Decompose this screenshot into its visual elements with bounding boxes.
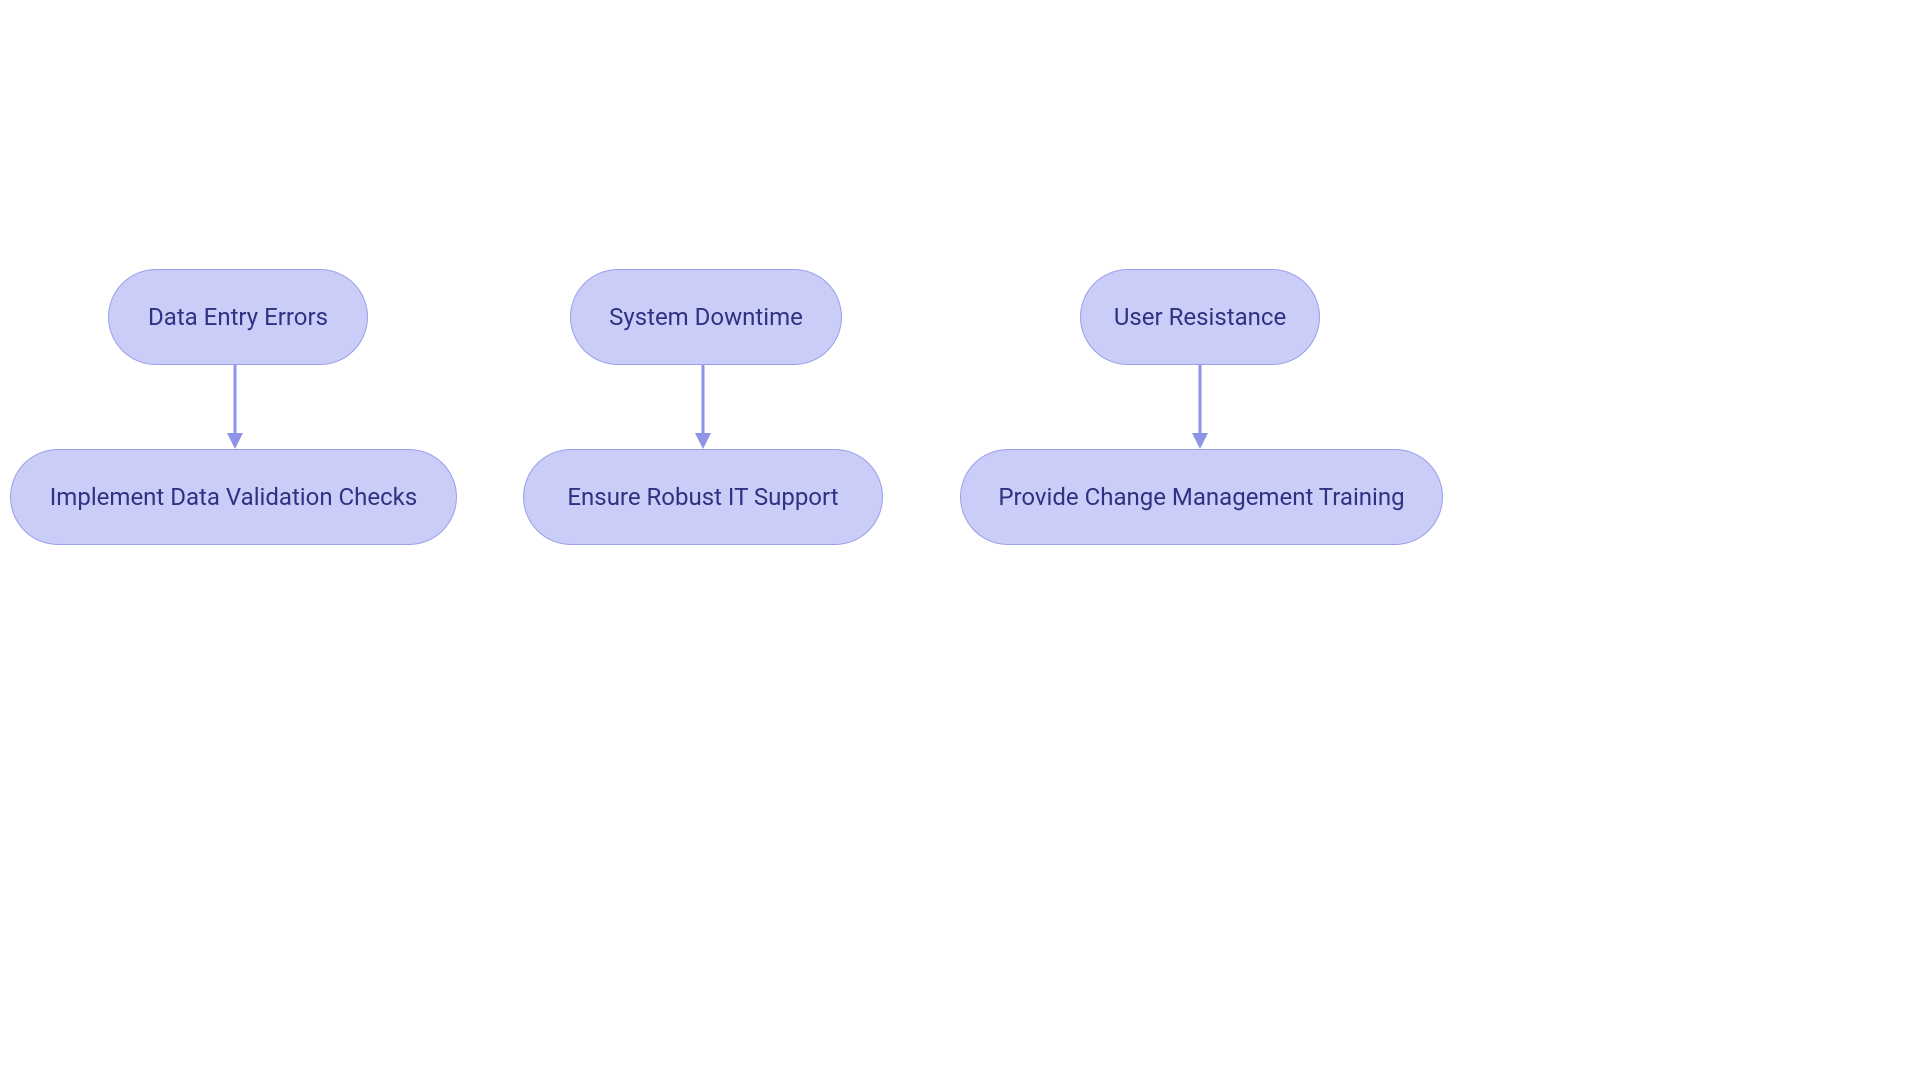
node-implement-data-validation: Implement Data Validation Checks bbox=[10, 449, 457, 545]
node-label: System Downtime bbox=[609, 303, 803, 331]
node-label: Data Entry Errors bbox=[148, 303, 328, 331]
node-label: Provide Change Management Training bbox=[998, 483, 1404, 511]
node-user-resistance: User Resistance bbox=[1080, 269, 1320, 365]
arrow-3 bbox=[1185, 365, 1215, 449]
diagram-container: Data Entry Errors Implement Data Validat… bbox=[0, 0, 1920, 1083]
node-label: User Resistance bbox=[1114, 303, 1286, 331]
node-change-management-training: Provide Change Management Training bbox=[960, 449, 1443, 545]
node-data-entry-errors: Data Entry Errors bbox=[108, 269, 368, 365]
node-system-downtime: System Downtime bbox=[570, 269, 842, 365]
node-label: Ensure Robust IT Support bbox=[567, 483, 838, 511]
node-ensure-it-support: Ensure Robust IT Support bbox=[523, 449, 883, 545]
arrow-2 bbox=[688, 365, 718, 449]
arrow-1 bbox=[220, 365, 250, 449]
node-label: Implement Data Validation Checks bbox=[50, 483, 417, 511]
